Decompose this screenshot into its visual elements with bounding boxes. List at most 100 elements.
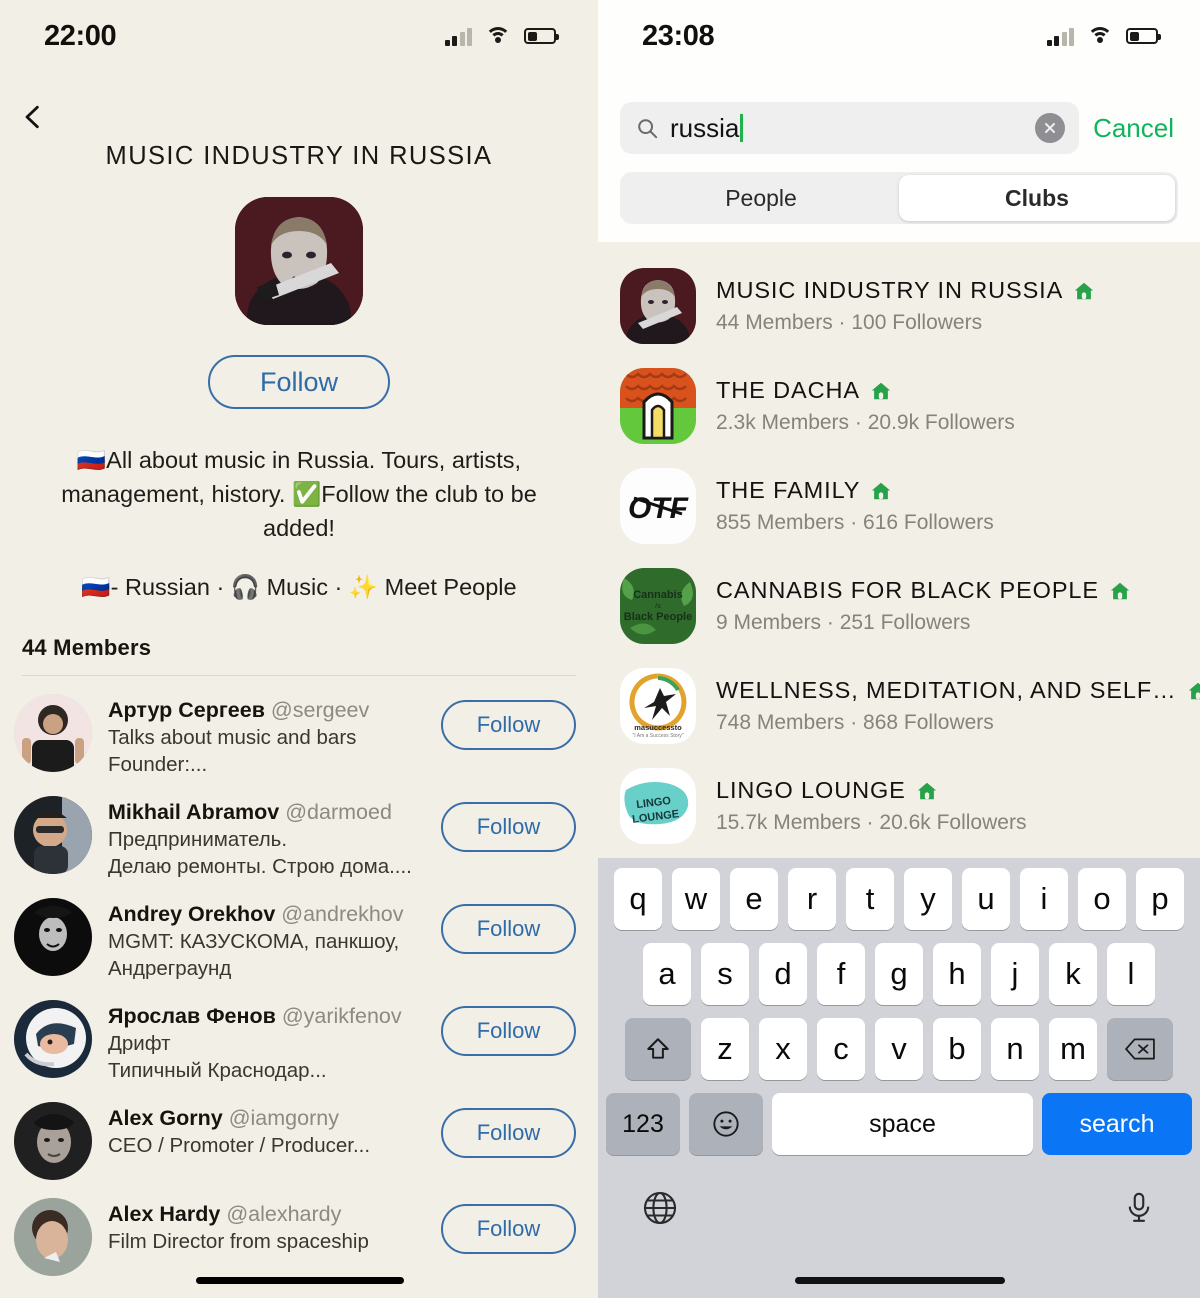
list-item[interactable]: Cannabis/s Black People CANNABIS FOR BLAC…: [598, 556, 1200, 656]
tab-people[interactable]: People: [623, 175, 899, 221]
key-z[interactable]: z: [701, 1018, 749, 1080]
wifi-icon: [485, 26, 511, 46]
club-house-icon: [1188, 682, 1200, 699]
status-icons: [1046, 26, 1161, 46]
follow-member-button[interactable]: Follow: [441, 1204, 576, 1254]
list-item[interactable]: Mikhail Abramov @darmoed Предприниматель…: [0, 778, 598, 880]
key-p[interactable]: p: [1136, 868, 1184, 930]
avatar: [14, 694, 92, 772]
club-name: LINGO LOUNGE: [716, 777, 906, 803]
key-i[interactable]: i: [1020, 868, 1068, 930]
shift-key[interactable]: [625, 1018, 691, 1080]
key-j[interactable]: j: [991, 943, 1039, 1005]
member-bio-line2: Founder:...: [108, 753, 208, 776]
club-description: 🇷🇺All about music in Russia. Tours, arti…: [61, 447, 537, 541]
key-l[interactable]: l: [1107, 943, 1155, 1005]
avatar: [14, 1198, 92, 1276]
club-name-row: WELLNESS, MEDITATION, AND SELF…: [716, 677, 1200, 704]
key-m[interactable]: m: [1049, 1018, 1097, 1080]
member-info: Alex Hardy @alexhardy Film Director from…: [92, 1198, 441, 1255]
svg-text:/s: /s: [655, 603, 661, 610]
search-bar: russia Cancel: [598, 102, 1200, 154]
key-v[interactable]: v: [875, 1018, 923, 1080]
follow-member-button[interactable]: Follow: [441, 802, 576, 852]
battery-low-icon: [1126, 28, 1161, 44]
list-item[interactable]: MUSIC INDUSTRY IN RUSSIA 44 Members · 10…: [598, 256, 1200, 356]
list-item[interactable]: Andrey Orekhov @andrekhov MGMT: КАЗУСКОМ…: [0, 880, 598, 982]
member-nameline: Alex Gorny @iamgorny: [108, 1104, 441, 1132]
key-r[interactable]: r: [788, 868, 836, 930]
member-bio-line2: Андреграунд: [108, 957, 232, 980]
key-d[interactable]: d: [759, 943, 807, 1005]
club-profile-screen: 22:00 MUSIC INDUSTRY IN RUSSIA Follow 🇷🇺…: [0, 0, 598, 1298]
avatar: [14, 1102, 92, 1180]
club-house-icon: [917, 782, 936, 799]
key-q[interactable]: q: [614, 868, 662, 930]
key-u[interactable]: u: [962, 868, 1010, 930]
list-item[interactable]: OTF THE FAMILY 855 Members · 616 Followe…: [598, 456, 1200, 556]
cancel-button[interactable]: Cancel: [1093, 113, 1178, 144]
key-k[interactable]: k: [1049, 943, 1097, 1005]
text-caret: [740, 113, 744, 142]
search-value: russia: [670, 112, 740, 143]
back-button[interactable]: [0, 72, 598, 136]
list-item[interactable]: Alex Gorny @iamgorny CEO / Promoter / Pr…: [0, 1084, 598, 1180]
search-input[interactable]: russia: [620, 102, 1080, 154]
member-name: Alex Gorny: [108, 1106, 223, 1130]
member-handle: @andrekhov: [281, 902, 404, 926]
globe-key-icon[interactable]: [642, 1190, 678, 1226]
shift-key-icon: [647, 1038, 669, 1059]
on-screen-keyboard: q w e r t y u i o p a s d f g h j k l z …: [598, 858, 1200, 1298]
member-handle: @alexhardy: [226, 1202, 342, 1226]
follow-member-button[interactable]: Follow: [441, 904, 576, 954]
club-avatar: masuccessto "I Am a Success Story": [620, 668, 696, 744]
key-y[interactable]: y: [904, 868, 952, 930]
list-item[interactable]: masuccessto "I Am a Success Story" WELLNE…: [598, 656, 1200, 756]
club-info: THE FAMILY 855 Members · 616 Followers: [716, 477, 1180, 535]
member-name: Andrey Orekhov: [108, 902, 276, 926]
key-t[interactable]: t: [846, 868, 894, 930]
key-h[interactable]: h: [933, 943, 981, 1005]
key-e[interactable]: e: [730, 868, 778, 930]
key-o[interactable]: o: [1078, 868, 1126, 930]
club-info: MUSIC INDUSTRY IN RUSSIA 44 Members · 10…: [716, 277, 1180, 335]
follow-member-button[interactable]: Follow: [441, 700, 576, 750]
emoji-key[interactable]: [689, 1093, 763, 1155]
follow-club-button[interactable]: Follow: [208, 355, 390, 409]
key-c[interactable]: c: [817, 1018, 865, 1080]
key-s[interactable]: s: [701, 943, 749, 1005]
clear-search-button[interactable]: [1035, 113, 1066, 143]
club-name-row: CANNABIS FOR BLACK PEOPLE: [716, 577, 1180, 604]
club-meta: 44 Members · 100 Followers: [716, 311, 983, 334]
emoji-key-icon: [713, 1111, 739, 1137]
space-key[interactable]: space: [772, 1093, 1033, 1155]
key-w[interactable]: w: [672, 868, 720, 930]
key-a[interactable]: a: [643, 943, 691, 1005]
keyboard-bottom-row: [598, 1168, 1200, 1226]
key-b[interactable]: b: [933, 1018, 981, 1080]
key-g[interactable]: g: [875, 943, 923, 1005]
key-f[interactable]: f: [817, 943, 865, 1005]
backspace-key[interactable]: [1107, 1018, 1173, 1080]
status-bar-right: 23:08: [598, 0, 1200, 72]
list-item[interactable]: Alex Hardy @alexhardy Film Director from…: [0, 1180, 598, 1276]
wifi-icon: [1087, 26, 1113, 46]
tab-clubs[interactable]: Clubs: [899, 175, 1175, 221]
key-n[interactable]: n: [991, 1018, 1039, 1080]
list-item[interactable]: Артур Сергеев @sergeev Talks about music…: [0, 676, 598, 778]
status-bar-left: 22:00: [0, 0, 598, 72]
svg-text:"I Am a Success Story": "I Am a Success Story": [632, 733, 683, 739]
numbers-key[interactable]: 123: [606, 1093, 680, 1155]
follow-member-button[interactable]: Follow: [441, 1108, 576, 1158]
list-item[interactable]: Ярослав Фенов @yarikfenov Дрифт Типичный…: [0, 982, 598, 1084]
list-item[interactable]: THE DACHA 2.3k Members · 20.9k Followers: [598, 356, 1200, 456]
microphone-icon[interactable]: [1122, 1191, 1156, 1225]
follow-member-button[interactable]: Follow: [441, 1006, 576, 1056]
club-name-row: MUSIC INDUSTRY IN RUSSIA: [716, 277, 1180, 304]
club-avatar[interactable]: [235, 197, 363, 325]
key-x[interactable]: x: [759, 1018, 807, 1080]
keyboard-row-4: 123 space search: [598, 1093, 1200, 1155]
club-meta: 9 Members · 251 Followers: [716, 611, 971, 634]
list-item[interactable]: LINGO LOUNGE LINGO LOUNGE 15.7k Members ·…: [598, 756, 1200, 856]
search-key[interactable]: search: [1042, 1093, 1192, 1155]
